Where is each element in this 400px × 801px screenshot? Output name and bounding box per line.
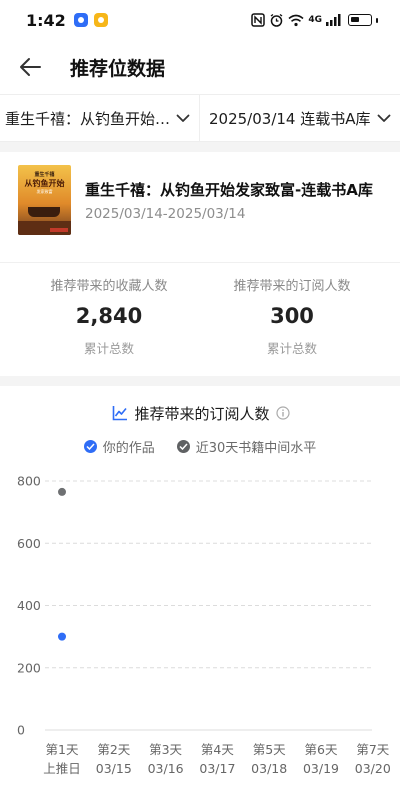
x-tick-label-date: 03/15 (96, 761, 132, 776)
stats-summary: 推荐带来的收藏人数 2,840 累计总数 推荐带来的订阅人数 300 累计总数 (0, 262, 400, 366)
y-tick-label: 200 (17, 660, 41, 675)
y-tick-label: 600 (17, 536, 41, 551)
x-tick-label-day: 第4天 (201, 742, 234, 757)
message-notification-icon (93, 13, 108, 27)
data-point[interactable] (58, 487, 66, 496)
page-title: 推荐位数据 (70, 57, 166, 80)
check-icon (83, 439, 97, 453)
network-type: 4G (308, 15, 322, 25)
data-point[interactable] (58, 632, 66, 641)
legend-item-your-work[interactable]: 你的作品 (83, 437, 155, 456)
x-tick-label-day: 第1天 (46, 742, 79, 757)
chevron-down-icon (176, 114, 190, 123)
book-date-range: 2025/03/14-2025/03/14 (85, 205, 246, 222)
book-filter-dropdown[interactable]: 重生千禧：从钓鱼开始… (0, 94, 200, 142)
stat-caption: 累计总数 (266, 341, 317, 356)
battery-icon (348, 14, 372, 26)
x-tick-label-date: 上推日 (43, 761, 81, 776)
stat-subscriptions: 推荐带来的订阅人数 300 累计总数 (200, 263, 400, 366)
book-title: 重生千禧：从钓鱼开始发家致富-连载书A库 (85, 180, 373, 199)
stat-value: 2,840 (75, 304, 143, 328)
back-button[interactable] (0, 40, 60, 94)
signal-icon (326, 14, 341, 26)
book-card: 重生千禧 从钓鱼开始 发家致富 重生千禧：从钓鱼开始发家致富-连载书A库 202… (0, 152, 400, 248)
y-tick-label: 800 (17, 474, 41, 489)
status-time: 1:42 (26, 10, 66, 30)
chart-title: 推荐带来的订阅人数 (134, 404, 270, 423)
status-indicators: 4G (251, 13, 378, 28)
stat-label: 推荐带来的收藏人数 (50, 279, 168, 294)
chart-legend: 你的作品 近30天书籍中间水平 (0, 436, 400, 456)
x-tick-label-day: 第7天 (356, 742, 389, 757)
x-tick-label-date: 03/16 (148, 761, 184, 776)
back-arrow-icon (20, 58, 41, 76)
nfc-icon (251, 13, 266, 27)
legend-label: 近30天书籍中间水平 (195, 440, 317, 456)
section-divider (0, 142, 400, 152)
info-icon[interactable] (275, 406, 290, 420)
line-chart-icon (113, 406, 128, 421)
date-library-filter-dropdown[interactable]: 2025/03/14 连载书A库 (200, 94, 400, 142)
legend-label: 你的作品 (102, 440, 155, 456)
stat-label: 推荐带来的订阅人数 (233, 279, 351, 294)
x-tick-label-date: 03/17 (199, 761, 235, 776)
x-tick-label-day: 第3天 (149, 742, 182, 757)
app-notification-icon (73, 13, 88, 27)
x-tick-label-date: 03/18 (251, 761, 287, 776)
check-icon (176, 439, 190, 453)
wifi-icon (288, 14, 304, 26)
stat-favorites: 推荐带来的收藏人数 2,840 累计总数 (0, 263, 200, 366)
x-tick-label-date: 03/20 (355, 761, 391, 776)
chart-header: 推荐带来的订阅人数 (0, 400, 400, 426)
x-tick-label-date: 03/19 (303, 761, 339, 776)
y-tick-label: 0 (17, 723, 25, 738)
filter-bar: 重生千禧：从钓鱼开始… 2025/03/14 连载书A库 (0, 94, 400, 142)
book-cover-image: 重生千禧 从钓鱼开始 发家致富 (18, 165, 71, 235)
section-divider (0, 376, 400, 386)
x-tick-label-day: 第2天 (97, 742, 130, 757)
legend-item-median-level[interactable]: 近30天书籍中间水平 (176, 437, 317, 456)
x-tick-label-day: 第6天 (305, 742, 338, 757)
stat-value: 300 (270, 304, 314, 328)
x-tick-label-day: 第5天 (253, 742, 286, 757)
date-library-filter-label: 2025/03/14 连载书A库 (209, 109, 371, 128)
status-bar: 1:42 4G (0, 0, 400, 40)
book-info: 重生千禧：从钓鱼开始发家致富-连载书A库 2025/03/14-2025/03/… (85, 179, 373, 222)
top-app-bar: 推荐位数据 (0, 40, 400, 94)
y-tick-label: 400 (17, 598, 41, 613)
stat-caption: 累计总数 (83, 341, 134, 356)
book-filter-label: 重生千禧：从钓鱼开始… (5, 109, 171, 128)
subscription-chart: 800 600 400 200 0 第1天上推日 第2天 03/15 第3天 03/16 第4天 03… (17, 474, 391, 777)
chevron-down-icon (377, 114, 391, 123)
alarm-icon (270, 13, 283, 27)
